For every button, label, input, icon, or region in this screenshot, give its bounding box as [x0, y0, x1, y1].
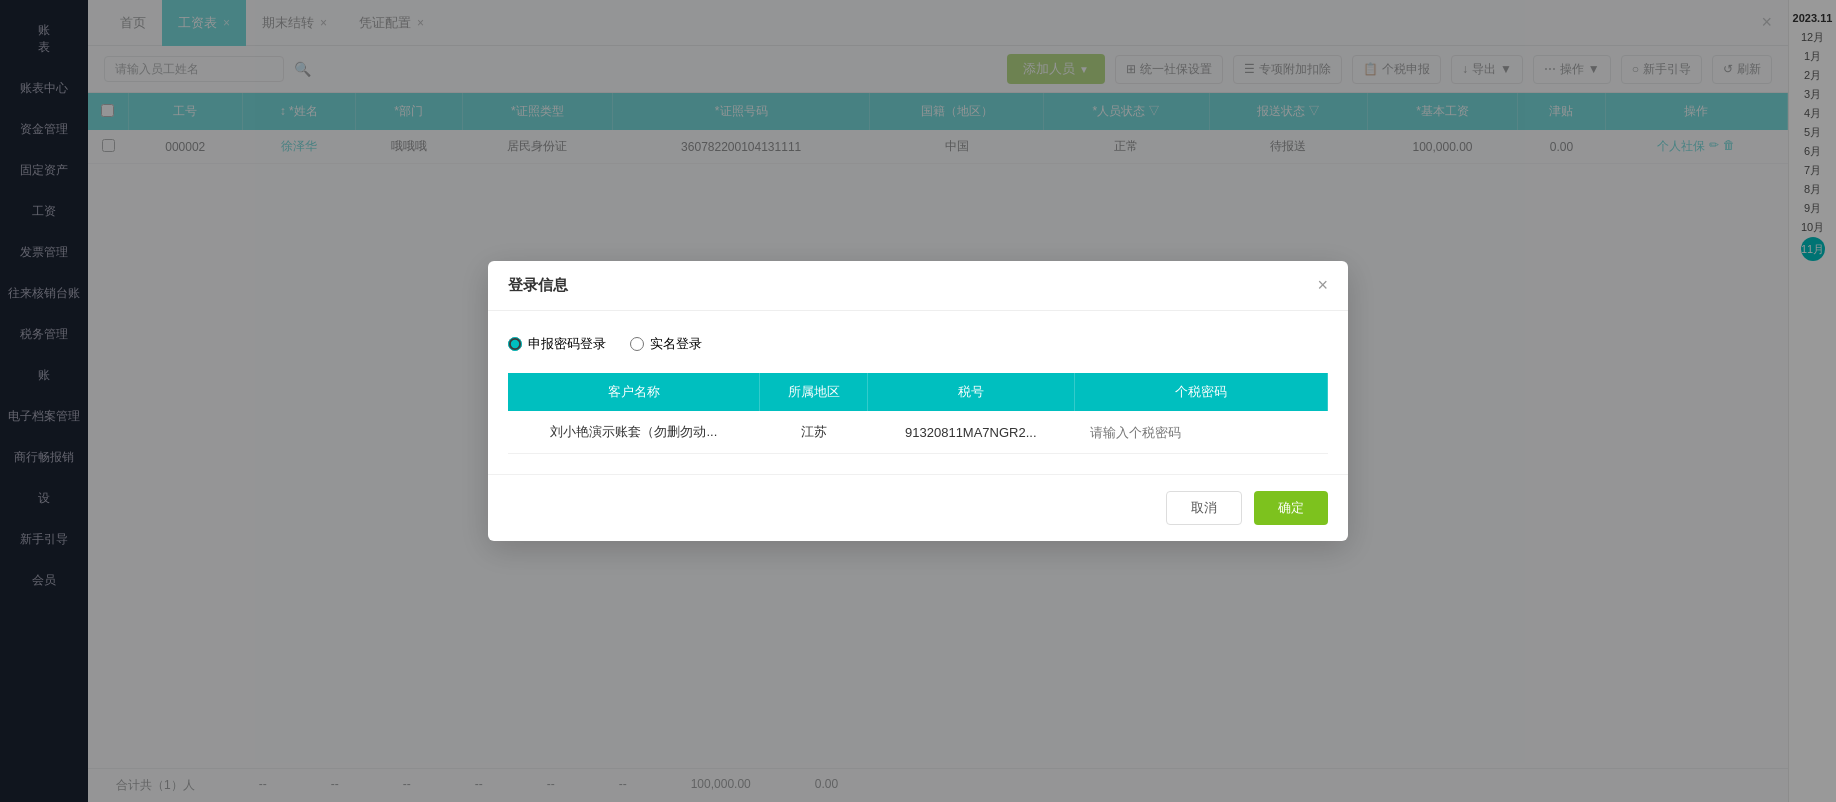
login-table: 客户名称 所属地区 税号 个税密码 刘小艳演示账套（勿删勿动... 江苏 913…: [508, 373, 1328, 454]
cancel-button[interactable]: 取消: [1166, 491, 1242, 525]
dialog-tax-no: 91320811MA7NGR2...: [867, 411, 1074, 454]
dialog-body: 申报密码登录 实名登录 客户名称 所属地区 税号 个税密码: [488, 311, 1348, 474]
login-dialog: 登录信息 × 申报密码登录 实名登录 客户名称 所属地区: [488, 261, 1348, 541]
dialog-header: 登录信息 ×: [488, 261, 1348, 311]
dialog-overlay: 登录信息 × 申报密码登录 实名登录 客户名称 所属地区: [0, 0, 1836, 802]
dialog-region: 江苏: [760, 411, 868, 454]
radio-realname-label: 实名登录: [650, 335, 702, 353]
radio-realname-input[interactable]: [630, 337, 644, 351]
login-type-radio-group: 申报密码登录 实名登录: [508, 335, 1328, 353]
dialog-title: 登录信息: [508, 276, 568, 295]
radio-password-input[interactable]: [508, 337, 522, 351]
dialog-col-name: 客户名称: [508, 373, 760, 411]
dialog-password-field[interactable]: [1090, 425, 1311, 440]
radio-realname-login[interactable]: 实名登录: [630, 335, 702, 353]
dialog-table-row: 刘小艳演示账套（勿删勿动... 江苏 91320811MA7NGR2...: [508, 411, 1328, 454]
dialog-col-tax-no: 税号: [867, 373, 1074, 411]
confirm-button[interactable]: 确定: [1254, 491, 1328, 525]
dialog-close-button[interactable]: ×: [1317, 275, 1328, 296]
dialog-client-name: 刘小艳演示账套（勿删勿动...: [508, 411, 760, 454]
radio-password-label: 申报密码登录: [528, 335, 606, 353]
dialog-footer: 取消 确定: [488, 474, 1348, 541]
dialog-col-password: 个税密码: [1074, 373, 1327, 411]
dialog-col-region: 所属地区: [760, 373, 868, 411]
dialog-password-input-cell[interactable]: [1074, 411, 1327, 454]
radio-password-login[interactable]: 申报密码登录: [508, 335, 606, 353]
